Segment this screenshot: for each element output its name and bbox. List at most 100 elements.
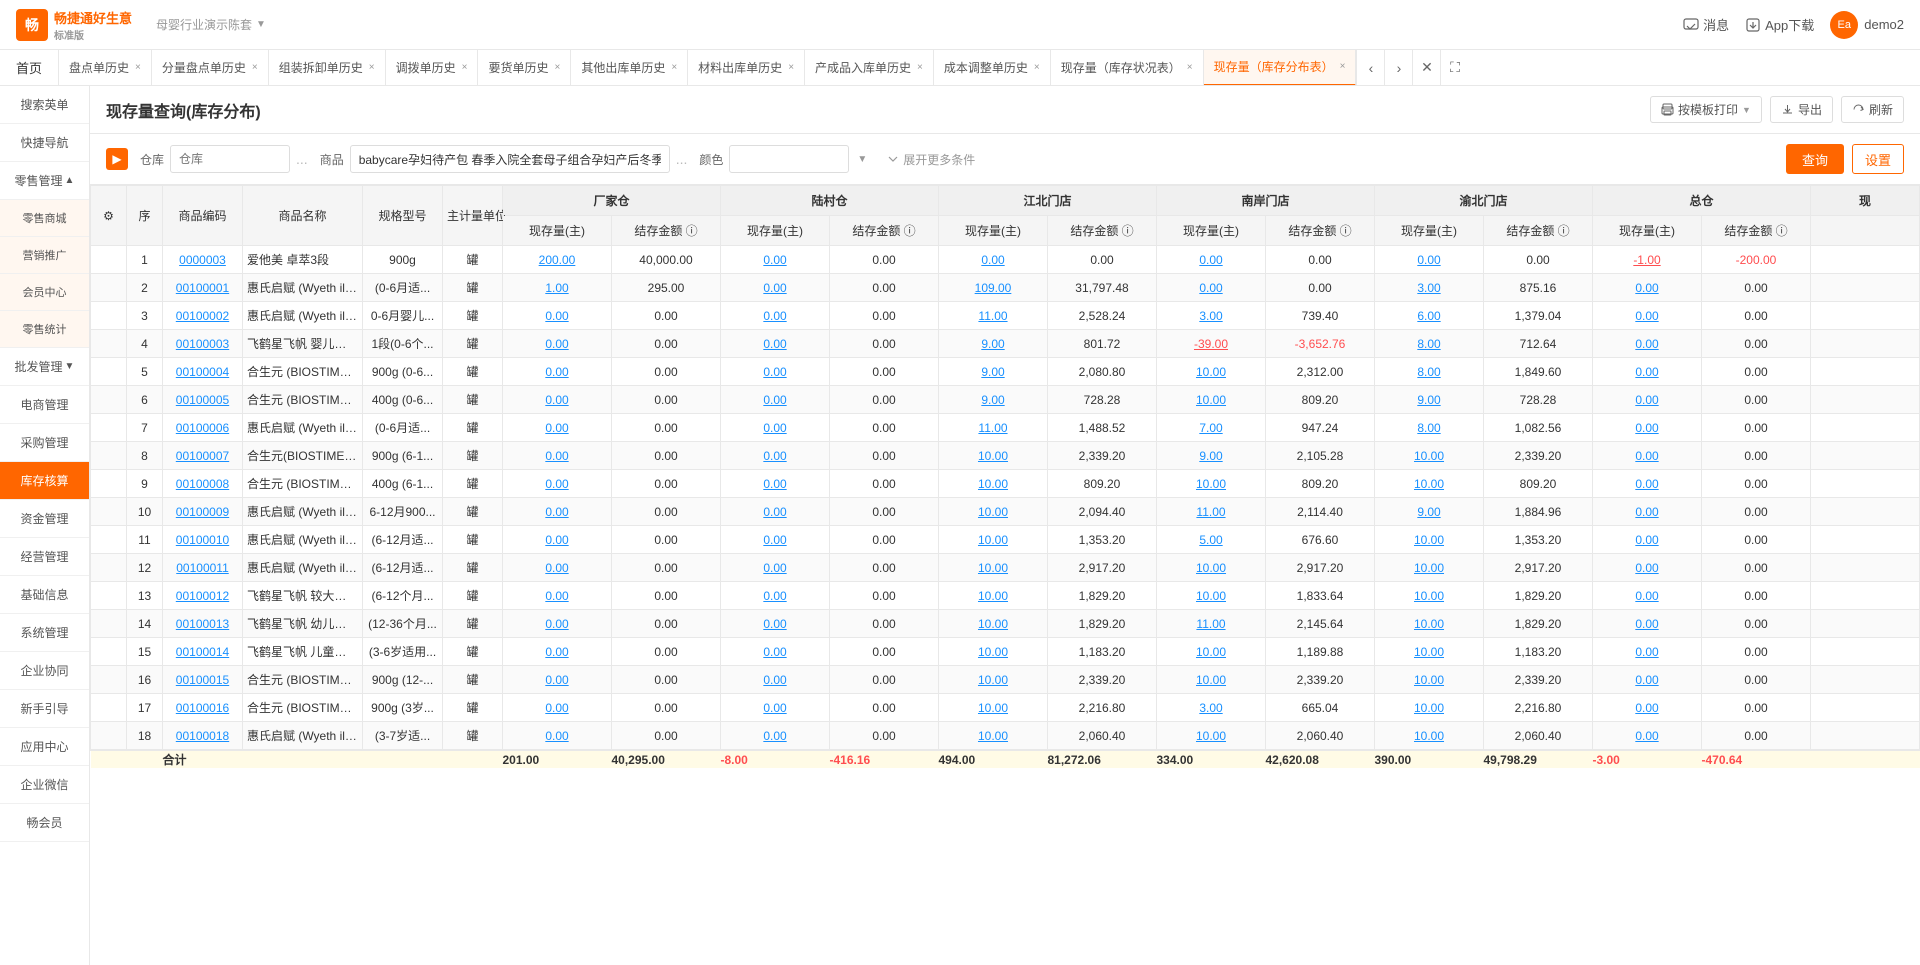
cell-jiangbei-stock[interactable]: 9.00 bbox=[939, 358, 1048, 386]
cell-nanan-stock[interactable]: 11.00 bbox=[1157, 610, 1266, 638]
sidebar-item-retail[interactable]: 零售管理 ▲ bbox=[0, 162, 89, 200]
cell-factory-stock[interactable]: 0.00 bbox=[503, 442, 612, 470]
cell-factory-stock[interactable]: 0.00 bbox=[503, 526, 612, 554]
tab-nav-prev[interactable]: ‹ bbox=[1356, 50, 1384, 86]
message-btn[interactable]: 消息 bbox=[1683, 15, 1729, 34]
tab-fenpan[interactable]: 分量盘点单历史 × bbox=[152, 50, 269, 86]
tab-close-8[interactable]: × bbox=[1034, 62, 1040, 73]
sidebar-item-member[interactable]: 会员中心 bbox=[0, 274, 89, 311]
cell-yubei-stock[interactable]: 10.00 bbox=[1375, 470, 1484, 498]
cell-code[interactable]: 00100011 bbox=[163, 554, 243, 582]
cell-total-stock[interactable]: 0.00 bbox=[1593, 526, 1702, 554]
cell-factory-stock[interactable]: 0.00 bbox=[503, 414, 612, 442]
cell-code[interactable]: 00100010 bbox=[163, 526, 243, 554]
sidebar-item-guide[interactable]: 新手引导 bbox=[0, 690, 89, 728]
sidebar-item-system[interactable]: 系统管理 bbox=[0, 614, 89, 652]
cell-jiangbei-stock[interactable]: 10.00 bbox=[939, 638, 1048, 666]
cell-yubei-stock[interactable]: 10.00 bbox=[1375, 694, 1484, 722]
cell-lucun-stock[interactable]: 0.00 bbox=[721, 582, 830, 610]
export-btn[interactable]: 导出 bbox=[1770, 96, 1833, 123]
cell-factory-stock[interactable]: 0.00 bbox=[503, 498, 612, 526]
cell-jiangbei-stock[interactable]: 10.00 bbox=[939, 582, 1048, 610]
cell-total-stock[interactable]: 0.00 bbox=[1593, 638, 1702, 666]
sidebar-item-purchase[interactable]: 采购管理 bbox=[0, 424, 89, 462]
cell-total-stock[interactable]: 0.00 bbox=[1593, 358, 1702, 386]
warehouse-more-btn[interactable]: ... bbox=[296, 151, 308, 167]
cell-factory-stock[interactable]: 0.00 bbox=[503, 470, 612, 498]
cell-lucun-stock[interactable]: 0.00 bbox=[721, 694, 830, 722]
cell-jiangbei-stock[interactable]: 11.00 bbox=[939, 414, 1048, 442]
cell-yubei-stock[interactable]: 8.00 bbox=[1375, 330, 1484, 358]
cell-yubei-stock[interactable]: 8.00 bbox=[1375, 358, 1484, 386]
sidebar-item-operation[interactable]: 经营管理 bbox=[0, 538, 89, 576]
cell-jiangbei-stock[interactable]: 10.00 bbox=[939, 498, 1048, 526]
cell-total-stock[interactable]: 0.00 bbox=[1593, 722, 1702, 751]
tab-close-6[interactable]: × bbox=[788, 62, 794, 73]
cell-lucun-stock[interactable]: 0.00 bbox=[721, 302, 830, 330]
cell-nanan-stock[interactable]: 10.00 bbox=[1157, 386, 1266, 414]
cell-jiangbei-stock[interactable]: 9.00 bbox=[939, 386, 1048, 414]
tab-zuchai[interactable]: 组装拆卸单历史 × bbox=[269, 50, 386, 86]
cell-nanan-stock[interactable]: 10.00 bbox=[1157, 582, 1266, 610]
cell-total-stock[interactable]: 0.00 bbox=[1593, 582, 1702, 610]
app-download-btn[interactable]: App下载 bbox=[1745, 15, 1814, 34]
cell-total-stock[interactable]: -1.00 bbox=[1593, 246, 1702, 274]
cell-lucun-stock[interactable]: 0.00 bbox=[721, 498, 830, 526]
tab-diaobo[interactable]: 调拨单历史 × bbox=[386, 50, 479, 86]
cell-lucun-stock[interactable]: 0.00 bbox=[721, 722, 830, 751]
cell-code[interactable]: 00100003 bbox=[163, 330, 243, 358]
cell-code[interactable]: 0000003 bbox=[163, 246, 243, 274]
tab-close-all[interactable]: ✕ bbox=[1412, 50, 1440, 86]
cell-lucun-stock[interactable]: 0.00 bbox=[721, 554, 830, 582]
tab-xiancunfen[interactable]: 现存量（库存分布表） × bbox=[1204, 50, 1357, 86]
cell-factory-stock[interactable]: 0.00 bbox=[503, 694, 612, 722]
refresh-btn[interactable]: 刷新 bbox=[1841, 96, 1904, 123]
cell-total-stock[interactable]: 0.00 bbox=[1593, 470, 1702, 498]
cell-jiangbei-stock[interactable]: 9.00 bbox=[939, 330, 1048, 358]
cell-lucun-stock[interactable]: 0.00 bbox=[721, 358, 830, 386]
cell-total-stock[interactable]: 0.00 bbox=[1593, 498, 1702, 526]
tab-close-1[interactable]: × bbox=[252, 62, 258, 73]
cell-lucun-stock[interactable]: 0.00 bbox=[721, 526, 830, 554]
tab-liaochuku[interactable]: 材料出库单历史 × bbox=[688, 50, 805, 86]
cell-code[interactable]: 00100012 bbox=[163, 582, 243, 610]
cell-total-stock[interactable]: 0.00 bbox=[1593, 554, 1702, 582]
cell-yubei-stock[interactable]: 9.00 bbox=[1375, 498, 1484, 526]
cell-nanan-stock[interactable]: 9.00 bbox=[1157, 442, 1266, 470]
cell-jiangbei-stock[interactable]: 10.00 bbox=[939, 526, 1048, 554]
cell-code[interactable]: 00100018 bbox=[163, 722, 243, 751]
cell-code[interactable]: 00100007 bbox=[163, 442, 243, 470]
expand-filter-btn[interactable]: 展开更多条件 bbox=[887, 151, 975, 168]
user-avatar[interactable]: Ea demo2 bbox=[1830, 11, 1904, 39]
sidebar-item-changhui[interactable]: 畅会员 bbox=[0, 804, 89, 842]
tab-close-7[interactable]: × bbox=[917, 62, 923, 73]
sidebar-item-retailstats[interactable]: 零售统计 bbox=[0, 311, 89, 348]
cell-nanan-stock[interactable]: 3.00 bbox=[1157, 302, 1266, 330]
tab-close-9[interactable]: × bbox=[1187, 62, 1193, 73]
cell-lucun-stock[interactable]: 0.00 bbox=[721, 666, 830, 694]
cell-jiangbei-stock[interactable]: 11.00 bbox=[939, 302, 1048, 330]
cell-factory-stock[interactable]: 0.00 bbox=[503, 554, 612, 582]
cell-nanan-stock[interactable]: 5.00 bbox=[1157, 526, 1266, 554]
cell-code[interactable]: 00100008 bbox=[163, 470, 243, 498]
cell-yubei-stock[interactable]: 0.00 bbox=[1375, 246, 1484, 274]
cell-total-stock[interactable]: 0.00 bbox=[1593, 274, 1702, 302]
color-input[interactable] bbox=[729, 145, 849, 173]
cell-code[interactable]: 00100006 bbox=[163, 414, 243, 442]
cell-factory-stock[interactable]: 0.00 bbox=[503, 638, 612, 666]
cell-jiangbei-stock[interactable]: 10.00 bbox=[939, 722, 1048, 751]
tab-close-10[interactable]: × bbox=[1340, 61, 1346, 72]
cell-factory-stock[interactable]: 200.00 bbox=[503, 246, 612, 274]
cell-nanan-stock[interactable]: 10.00 bbox=[1157, 358, 1266, 386]
cell-code[interactable]: 00100004 bbox=[163, 358, 243, 386]
cell-factory-stock[interactable]: 0.00 bbox=[503, 722, 612, 751]
cell-factory-stock[interactable]: 0.00 bbox=[503, 582, 612, 610]
cell-nanan-stock[interactable]: 10.00 bbox=[1157, 638, 1266, 666]
cell-total-stock[interactable]: 0.00 bbox=[1593, 414, 1702, 442]
cell-factory-stock[interactable]: 1.00 bbox=[503, 274, 612, 302]
cell-total-stock[interactable]: 0.00 bbox=[1593, 442, 1702, 470]
tab-close-5[interactable]: × bbox=[671, 62, 677, 73]
sidebar-item-wholesale[interactable]: 批发管理 ▼ bbox=[0, 348, 89, 386]
cell-nanan-stock[interactable]: 11.00 bbox=[1157, 498, 1266, 526]
search-btn[interactable]: 查询 bbox=[1786, 144, 1844, 174]
